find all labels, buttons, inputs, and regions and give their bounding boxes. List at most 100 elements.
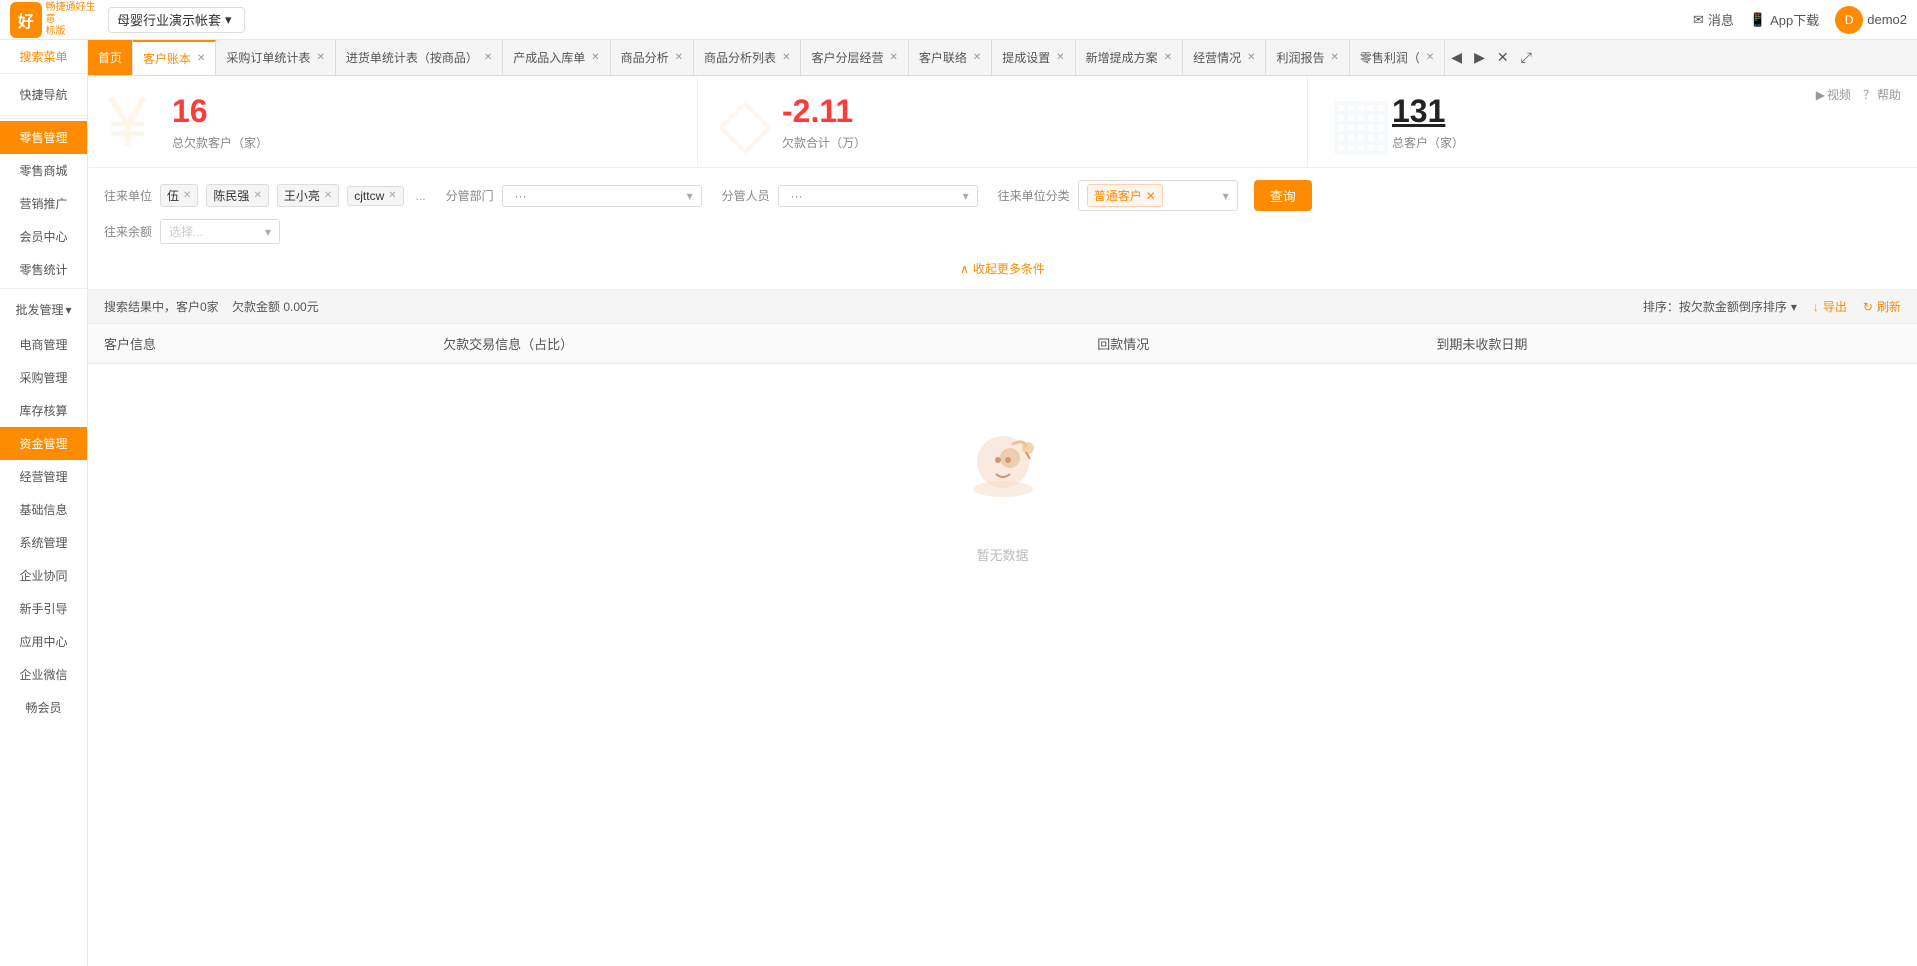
sidebar-item-retail-mall[interactable]: 零售商城 — [0, 154, 87, 187]
filter-more-btn[interactable]: ... — [416, 189, 426, 203]
tab-product-analysis-list[interactable]: 商品分析列表 ✕ — [694, 40, 801, 76]
close-tab-icon[interactable]: ✕ — [484, 52, 492, 63]
stat-label-customers: 总欠款客户（家） — [172, 134, 268, 151]
filter-dept-label: 分管部门 — [446, 187, 494, 204]
collapse-label: 收起更多条件 — [973, 260, 1045, 277]
sidebar-item-purchase[interactable]: 采购管理 — [0, 361, 87, 394]
close-tab-icon[interactable]: ✕ — [1426, 52, 1434, 63]
sidebar: 搜索菜单 快捷导航 零售管理 零售商城 营销推广 会员中心 零售统计 批发管理 … — [0, 40, 88, 966]
export-btn[interactable]: ↓ 导出 — [1813, 298, 1847, 315]
tab-customer-ledger[interactable]: 客户账本 ✕ — [133, 40, 216, 76]
close-tab-icon[interactable]: ✕ — [1056, 52, 1064, 63]
stat-bg-building-icon: ▦ — [1328, 81, 1394, 163]
tag-cj-text: cjttcw — [354, 189, 384, 203]
close-tab-icon[interactable]: ✕ — [316, 52, 324, 63]
filter-person-dropdown[interactable]: ··· ▾ — [778, 185, 978, 207]
filter-area: 往来单位 伍 ✕ 陈民强 ✕ 王小亮 ✕ cjttcw — [88, 168, 1917, 290]
col-customer-info: 客户信息 — [88, 324, 427, 364]
table-container: 客户信息 欠款交易信息（占比） 回款情况 到期未收款日期 — [88, 324, 1917, 624]
close-tab-icon[interactable]: ✕ — [1331, 52, 1339, 63]
export-icon: ↓ — [1813, 300, 1819, 314]
stat-card-debt: ◇ -2.11 欠款合计（万） — [698, 76, 1308, 167]
sidebar-item-new-guide[interactable]: 新手引导 — [0, 592, 87, 625]
message-btn[interactable]: ✉ 消息 — [1693, 10, 1734, 29]
close-tab-icon[interactable]: ✕ — [197, 53, 205, 64]
remove-wu-btn[interactable]: ✕ — [183, 190, 191, 201]
sidebar-item-basic-info[interactable]: 基础信息 — [0, 493, 87, 526]
app-download-btn[interactable]: 📱 App下载 — [1750, 10, 1819, 29]
tab-label: 利润报告 — [1276, 49, 1324, 66]
sidebar-item-retail-stats[interactable]: 零售统计 — [0, 253, 87, 286]
stat-label-debt: 欠款合计（万） — [782, 134, 866, 151]
tab-close-all[interactable]: ✕ — [1491, 49, 1515, 66]
tab-operations[interactable]: 经营情况 ✕ — [1183, 40, 1266, 76]
tag-wu-text: 伍 — [167, 187, 179, 204]
avatar: D — [1835, 6, 1863, 34]
sidebar-item-ecommerce[interactable]: 电商管理 — [0, 328, 87, 361]
sidebar-item-wholesale-mgmt[interactable]: 批发管理 ▾ — [0, 291, 87, 328]
sidebar-item-marketing[interactable]: 营销推广 — [0, 187, 87, 220]
sidebar-item-enterprise[interactable]: 企业协同 — [0, 559, 87, 592]
tab-commission-settings[interactable]: 提成设置 ✕ — [992, 40, 1075, 76]
filter-tag-wu: 伍 ✕ — [160, 184, 198, 207]
tab-product-inbound[interactable]: 产成品入库单 ✕ — [503, 40, 610, 76]
tab-customer-segment[interactable]: 客户分层经营 ✕ — [801, 40, 908, 76]
sidebar-item-member-center[interactable]: 会员中心 — [0, 220, 87, 253]
sidebar-quick-nav: 快捷导航 — [0, 74, 87, 116]
stat-card-customers: ¥ 16 总欠款客户（家） — [88, 76, 698, 167]
help-link[interactable]: ？ 帮助 — [1863, 86, 1901, 103]
tab-customer-contact[interactable]: 客户联络 ✕ — [909, 40, 992, 76]
close-tab-icon[interactable]: ✕ — [675, 52, 683, 63]
sidebar-item-finance[interactable]: 资金管理 — [0, 427, 87, 460]
close-tab-icon[interactable]: ✕ — [1247, 52, 1255, 63]
account-selector[interactable]: 母婴行业演示帐套 ▾ — [108, 7, 245, 33]
sidebar-item-app-center[interactable]: 应用中心 — [0, 625, 87, 658]
video-link[interactable]: ▶ 视频 — [1816, 86, 1851, 103]
filter-balance-dropdown[interactable]: 选择... ▾ — [160, 219, 280, 244]
sidebar-item-enterprise-wechat[interactable]: 企业微信 — [0, 658, 87, 691]
tab-product-analysis[interactable]: 商品分析 ✕ — [611, 40, 694, 76]
content-area: 首页 客户账本 ✕ 采购订单统计表 ✕ 进货单统计表（按商品） ✕ 产成品入库单… — [88, 40, 1917, 966]
user-btn[interactable]: D demo2 — [1835, 6, 1907, 34]
close-tab-icon[interactable]: ✕ — [782, 52, 790, 63]
query-btn[interactable]: 查询 — [1254, 180, 1312, 211]
close-tab-icon[interactable]: ✕ — [973, 52, 981, 63]
close-tab-icon[interactable]: ✕ — [1164, 52, 1172, 63]
tab-new-commission[interactable]: 新增提成方案 ✕ — [1076, 40, 1183, 76]
filter-dept-dropdown[interactable]: ··· ▾ — [502, 185, 702, 207]
tab-home[interactable]: 首页 — [88, 40, 133, 76]
tab-profit-report[interactable]: 利润报告 ✕ — [1266, 40, 1349, 76]
refresh-btn[interactable]: ↻ 刷新 — [1863, 298, 1901, 315]
close-tab-icon[interactable]: ✕ — [889, 52, 897, 63]
remove-wang-btn[interactable]: ✕ — [324, 190, 332, 201]
sidebar-divider-1 — [0, 118, 87, 119]
tab-purchase-order[interactable]: 采购订单统计表 ✕ — [216, 40, 335, 76]
sidebar-item-quick-nav[interactable]: 快捷导航 — [0, 78, 87, 111]
chevron-down-icon: ▾ — [65, 303, 71, 317]
close-tab-icon[interactable]: ✕ — [591, 52, 599, 63]
sidebar-item-system[interactable]: 系统管理 — [0, 526, 87, 559]
remove-category-btn[interactable]: ✕ — [1146, 189, 1156, 203]
tab-expand[interactable]: ⤢ — [1515, 49, 1538, 66]
sidebar-item-operations[interactable]: 经营管理 — [0, 460, 87, 493]
tab-retail-profit[interactable]: 零售利润（ ✕ — [1350, 40, 1445, 76]
filter-category-label: 往来单位分类 — [998, 187, 1070, 204]
data-table: 客户信息 欠款交易信息（占比） 回款情况 到期未收款日期 — [88, 324, 1917, 364]
tab-label: 商品分析 — [621, 49, 669, 66]
tab-nav-right[interactable]: ▶ — [1468, 49, 1491, 66]
tab-label: 采购订单统计表 — [226, 49, 310, 66]
remove-cj-btn[interactable]: ✕ — [388, 190, 396, 201]
app-download-label: App下载 — [1770, 10, 1819, 29]
sidebar-item-retail-mgmt[interactable]: 零售管理 — [0, 121, 87, 154]
filter-balance-label: 往来余额 — [104, 223, 152, 240]
filter-category-dropdown[interactable]: 普通客户 ✕ ▾ — [1078, 180, 1238, 211]
tab-inbound-stats[interactable]: 进货单统计表（按商品） ✕ — [336, 40, 503, 76]
remove-chen-btn[interactable]: ✕ — [253, 190, 261, 201]
stat-value-total: 131 — [1392, 92, 1445, 130]
tab-nav-left[interactable]: ◀ — [1445, 49, 1468, 66]
collapse-btn[interactable]: ∧ 收起更多条件 — [956, 256, 1049, 281]
category-arrow-icon: ▾ — [1223, 189, 1229, 203]
sidebar-search[interactable]: 搜索菜单 — [0, 40, 87, 74]
sidebar-item-member[interactable]: 畅会员 — [0, 691, 87, 724]
sidebar-item-inventory[interactable]: 库存核算 — [0, 394, 87, 427]
